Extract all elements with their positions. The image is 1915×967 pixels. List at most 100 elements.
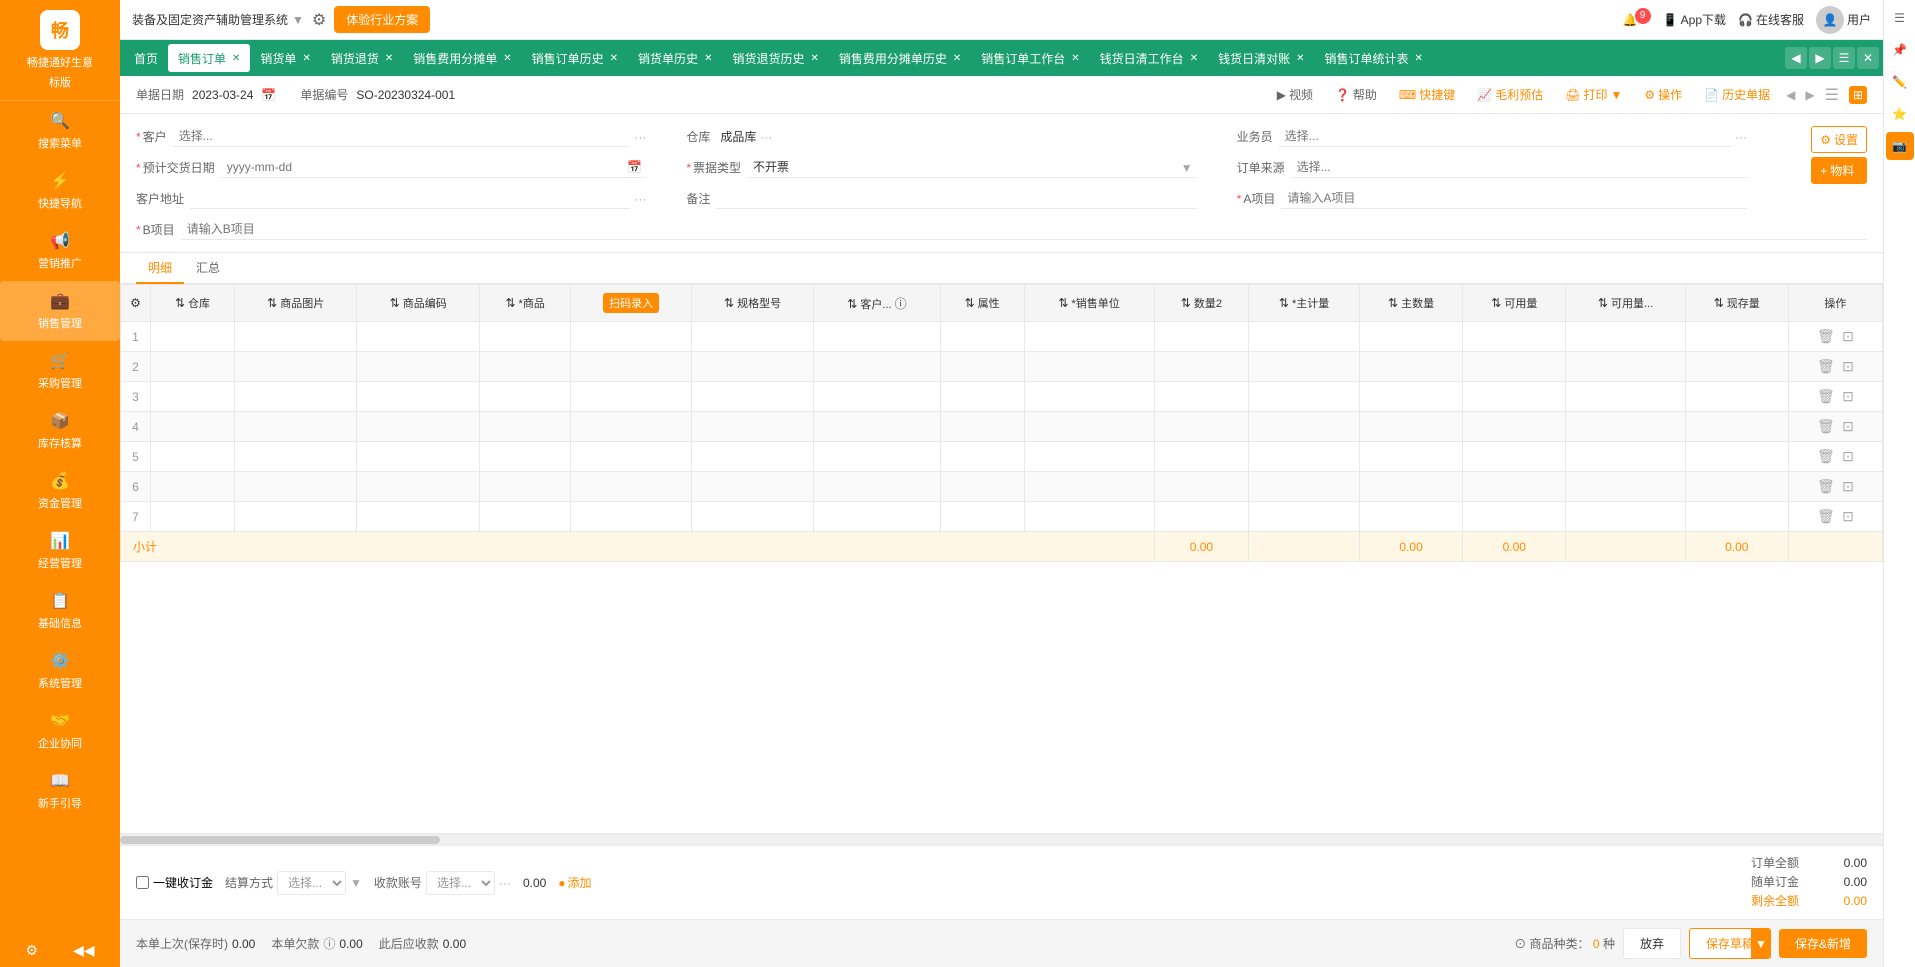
tab-sales-expense[interactable]: 销售费用分摊单 ✕: [403, 44, 521, 72]
solution-button[interactable]: 体验行业方案: [334, 6, 430, 33]
b-project-input[interactable]: [181, 219, 1867, 240]
notification-btn[interactable]: 🔔 9: [1623, 13, 1651, 27]
settlement-select[interactable]: 选择...: [277, 871, 346, 895]
history-order-btn[interactable]: 📄 历史单据: [1698, 84, 1776, 105]
save-draft-chevron-icon[interactable]: ▼: [1751, 929, 1771, 958]
tab-sales-bill-history[interactable]: 销货单历史 ✕: [628, 44, 722, 72]
video-btn[interactable]: ▶ 视频: [1271, 84, 1319, 105]
tabs-left-arrow[interactable]: ◀: [1785, 47, 1807, 69]
warehouse-ellipsis-icon[interactable]: ···: [760, 130, 772, 144]
save-new-button[interactable]: 保存&新增: [1779, 929, 1867, 958]
tab-close-icon[interactable]: ✕: [1071, 53, 1079, 64]
tab-close-icon[interactable]: ✕: [385, 53, 393, 64]
tab-detail[interactable]: 明细: [136, 253, 184, 284]
customer-ellipsis-icon[interactable]: ···: [634, 130, 646, 144]
prev-record-icon[interactable]: ◀: [1786, 88, 1795, 102]
user-menu[interactable]: 👤 用户: [1816, 6, 1871, 34]
tab-sales-order[interactable]: 销售订单 ✕: [168, 44, 250, 72]
sidebar-item-marketing[interactable]: 📢 营销推广: [0, 221, 120, 281]
tabs-right-arrow[interactable]: ▶: [1809, 47, 1831, 69]
right-panel-btn-3[interactable]: ✏️: [1886, 68, 1914, 96]
row-copy-icon[interactable]: ⊡: [1842, 478, 1854, 494]
tab-daily-workbench[interactable]: 钱货日清工作台 ✕: [1090, 44, 1208, 72]
tab-expense-history[interactable]: 销售费用分摊单历史 ✕: [829, 44, 971, 72]
sidebar-item-purchase[interactable]: 🛒 采购管理: [0, 341, 120, 401]
tab-close-icon[interactable]: ✕: [610, 53, 618, 64]
row-delete-icon[interactable]: 🗑: [1817, 448, 1835, 464]
tab-close-icon[interactable]: ✕: [302, 53, 310, 64]
row-delete-icon[interactable]: 🗑: [1817, 358, 1835, 374]
settings-gear-icon[interactable]: ⚙: [312, 10, 326, 30]
sidebar-item-sales[interactable]: 💼 销售管理: [0, 281, 120, 341]
sidebar-item-search[interactable]: 🔍 搜索菜单: [0, 101, 120, 161]
row-delete-icon[interactable]: 🗑: [1817, 478, 1835, 494]
sidebar-item-operations[interactable]: 📊 经营管理: [0, 521, 120, 581]
tab-close-icon[interactable]: ✕: [704, 53, 712, 64]
sidebar-item-quick-nav[interactable]: ⚡ 快捷导航: [0, 161, 120, 221]
row-delete-icon[interactable]: 🗑: [1817, 418, 1835, 434]
tabs-menu-icon[interactable]: ☰: [1833, 47, 1855, 69]
sidebar-collapse-icon[interactable]: ◀◀: [73, 942, 95, 959]
tab-order-stats[interactable]: 销售订单统计表 ✕: [1314, 44, 1432, 72]
tab-close-icon[interactable]: ✕: [1415, 53, 1423, 64]
sidebar-item-finance[interactable]: 💰 资金管理: [0, 461, 120, 521]
grid-view-icon[interactable]: ⊞: [1849, 86, 1867, 104]
settings-button[interactable]: ⚙ 设置: [1811, 126, 1867, 153]
tab-sales-order-history[interactable]: 销售订单历史 ✕: [522, 44, 628, 72]
discard-button[interactable]: 放弃: [1623, 928, 1681, 959]
right-panel-btn-4[interactable]: ⭐: [1886, 100, 1914, 128]
sidebar-settings-icon[interactable]: ⚙: [25, 942, 38, 959]
row-copy-icon[interactable]: ⊡: [1842, 508, 1854, 524]
delivery-date-input[interactable]: [221, 157, 628, 177]
online-service-btn[interactable]: 🎧 在线客服: [1738, 11, 1804, 28]
profit-btn[interactable]: 📈 毛利预估: [1471, 84, 1549, 105]
tab-close-icon[interactable]: ✕: [810, 53, 818, 64]
row-copy-icon[interactable]: ⊡: [1842, 358, 1854, 374]
customer-input[interactable]: [173, 126, 631, 147]
save-draft-button[interactable]: 保存草稿 ▼: [1689, 928, 1771, 959]
row-copy-icon[interactable]: ⊡: [1842, 448, 1854, 464]
row-delete-icon[interactable]: 🗑: [1817, 328, 1835, 344]
tab-close-icon[interactable]: ✕: [503, 53, 511, 64]
tab-daily-reconcile[interactable]: 钱货日清对账 ✕: [1208, 44, 1314, 72]
add-material-button[interactable]: + 物料: [1811, 157, 1867, 184]
horizontal-scrollbar[interactable]: [120, 833, 1883, 845]
tab-close-icon[interactable]: ✕: [1190, 53, 1198, 64]
module-selector[interactable]: 装备及固定资产辅助管理系统 ▼: [132, 11, 304, 28]
help-btn[interactable]: ❓ 帮助: [1329, 84, 1383, 105]
tab-return-history[interactable]: 销货退货历史 ✕: [722, 44, 828, 72]
tab-summary[interactable]: 汇总: [184, 253, 232, 284]
one-click-checkbox[interactable]: 一键收订金: [136, 874, 213, 891]
scroll-thumb[interactable]: [120, 836, 440, 844]
operations-btn[interactable]: ⚙ 操作: [1638, 84, 1688, 105]
delivery-calendar-icon[interactable]: 📅: [627, 160, 642, 174]
account-select[interactable]: 选择...: [426, 871, 495, 895]
app-download-btn[interactable]: 📱 App下载: [1663, 11, 1726, 28]
sidebar-item-enterprise[interactable]: 🤝 企业协同: [0, 701, 120, 761]
next-record-icon[interactable]: ▶: [1805, 88, 1814, 102]
tab-close-icon[interactable]: ✕: [232, 53, 240, 64]
add-payment-btn[interactable]: ● 添加: [558, 874, 591, 891]
right-panel-btn-1[interactable]: ☰: [1886, 4, 1914, 32]
right-panel-btn-5[interactable]: 📷: [1886, 132, 1914, 160]
sidebar-item-basic-info[interactable]: 📋 基础信息: [0, 581, 120, 641]
tab-sales-bill[interactable]: 销货单 ✕: [250, 44, 320, 72]
scan-btn[interactable]: 扫码录入: [603, 293, 659, 313]
tab-sales-return[interactable]: 销货退货 ✕: [321, 44, 403, 72]
tabs-close-all-icon[interactable]: ✕: [1857, 47, 1879, 69]
sidebar-item-inventory[interactable]: 📦 库存核算: [0, 401, 120, 461]
invoice-select[interactable]: 不开票 增值税专票 增值税普票: [747, 157, 1197, 178]
row-copy-icon[interactable]: ⊡: [1842, 418, 1854, 434]
staff-ellipsis-icon[interactable]: ···: [1735, 130, 1747, 144]
one-click-checkbox-input[interactable]: [136, 876, 149, 889]
print-btn[interactable]: 🖨 打印 ▼: [1559, 84, 1628, 105]
sidebar-item-system[interactable]: ⚙️ 系统管理: [0, 641, 120, 701]
note-input[interactable]: [716, 188, 1196, 209]
tab-home[interactable]: 首页: [124, 44, 168, 72]
row-delete-icon[interactable]: 🗑: [1817, 508, 1835, 524]
calendar-icon[interactable]: 📅: [261, 88, 276, 102]
row-delete-icon[interactable]: 🗑: [1817, 388, 1835, 404]
list-view-icon[interactable]: ☰: [1825, 85, 1839, 105]
address-ellipsis-icon[interactable]: ···: [634, 192, 646, 206]
right-panel-btn-2[interactable]: 📌: [1886, 36, 1914, 64]
